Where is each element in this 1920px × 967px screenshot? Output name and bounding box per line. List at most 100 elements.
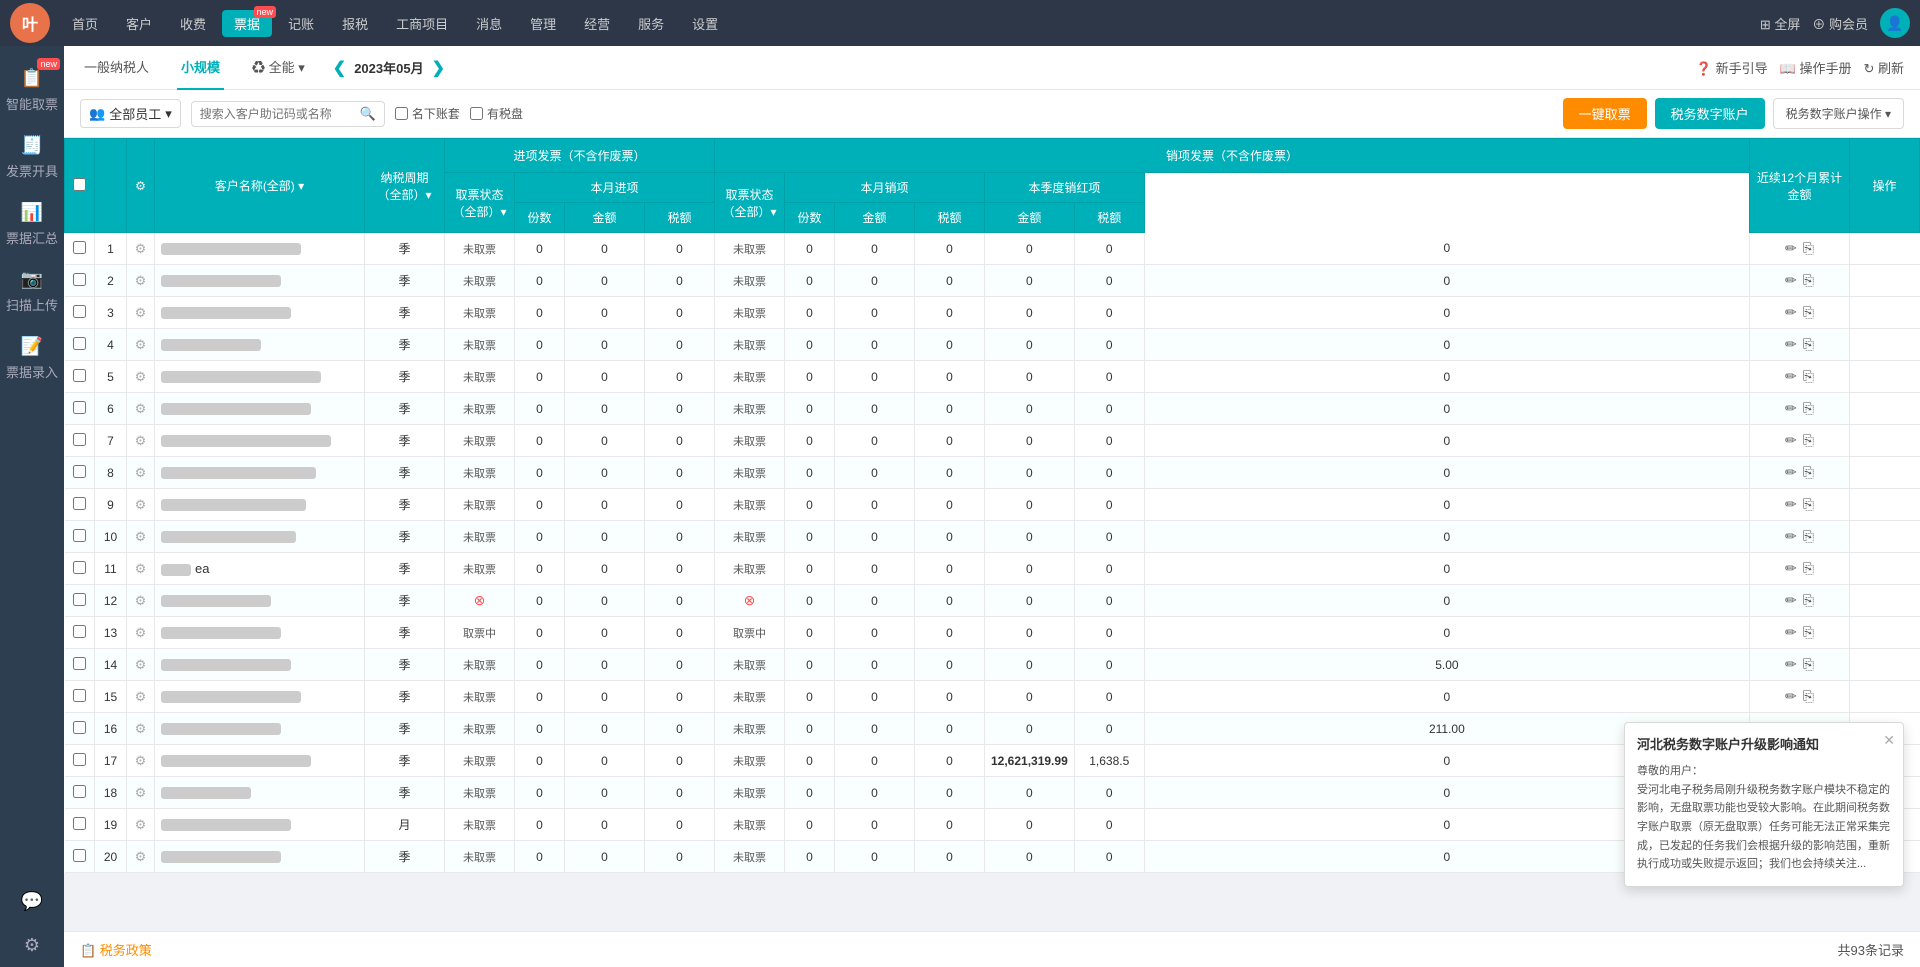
nav-item-fee[interactable]: 收费 (168, 10, 218, 37)
row-checkbox-3[interactable] (73, 305, 86, 318)
copy-icon[interactable]: ⎘ (1803, 240, 1814, 257)
sidebar-item-summary[interactable]: 📊 票据汇总 (0, 190, 64, 257)
row-checkbox-13[interactable] (73, 625, 86, 638)
row-checkbox-4[interactable] (73, 337, 86, 350)
row-settings-icon[interactable]: ⚙ (135, 657, 147, 672)
th-tax-period[interactable]: 纳税周期（全部）▾ (365, 139, 445, 233)
row-settings-icon[interactable]: ⚙ (135, 401, 147, 416)
row-settings-icon[interactable]: ⚙ (135, 337, 147, 352)
edit-icon[interactable]: ✏ (1785, 272, 1797, 289)
row-settings-icon[interactable]: ⚙ (135, 785, 147, 800)
row-checkbox-18[interactable] (73, 785, 86, 798)
row-settings-icon[interactable]: ⚙ (135, 593, 147, 608)
row-checkbox-16[interactable] (73, 721, 86, 734)
edit-icon[interactable]: ✏ (1785, 400, 1797, 417)
row-checkbox-17[interactable] (73, 753, 86, 766)
nav-item-msg[interactable]: 消息 (464, 10, 514, 37)
edit-icon[interactable]: ✏ (1785, 560, 1797, 577)
th-out-status[interactable]: 取票状态（全部）▾ (715, 173, 785, 233)
edit-icon[interactable]: ✏ (1785, 368, 1797, 385)
row-checkbox-11[interactable] (73, 561, 86, 574)
row-settings-icon[interactable]: ⚙ (135, 753, 147, 768)
copy-icon[interactable]: ⎘ (1803, 400, 1814, 417)
edit-icon[interactable]: ✏ (1785, 592, 1797, 609)
nav-item-biz2[interactable]: 经营 (572, 10, 622, 37)
copy-icon[interactable]: ⎘ (1803, 592, 1814, 609)
row-settings-icon[interactable]: ⚙ (135, 849, 147, 864)
copy-icon[interactable]: ⎘ (1803, 368, 1814, 385)
guide-btn[interactable]: ❓ 新手引导 (1696, 58, 1768, 77)
tax-digital-action-btn[interactable]: 税务数字账户操作 ▾ (1773, 98, 1904, 129)
row-settings-icon[interactable]: ⚙ (135, 433, 147, 448)
row-checkbox-12[interactable] (73, 593, 86, 606)
avatar[interactable]: 👤 (1880, 8, 1910, 38)
edit-icon[interactable]: ✏ (1785, 496, 1797, 513)
edit-icon[interactable]: ✏ (1785, 464, 1797, 481)
checkbox-account[interactable]: 名下账套 (395, 105, 460, 122)
copy-icon[interactable]: ⎘ (1803, 464, 1814, 481)
nav-item-home[interactable]: 首页 (60, 10, 110, 37)
sidebar-item-scan[interactable]: 📷 扫描上传 (0, 257, 64, 324)
row-settings-icon[interactable]: ⚙ (135, 241, 147, 256)
row-settings-icon[interactable]: ⚙ (135, 497, 147, 512)
one-click-ticket-btn[interactable]: 一键取票 (1563, 98, 1647, 129)
edit-icon[interactable]: ✏ (1785, 432, 1797, 449)
row-checkbox-5[interactable] (73, 369, 86, 382)
sidebar-item-openinvoice[interactable]: 🧾 发票开具 (0, 123, 64, 190)
row-checkbox-9[interactable] (73, 497, 86, 510)
date-next[interactable]: ❯ (432, 58, 445, 78)
copy-icon[interactable]: ⎘ (1803, 656, 1814, 673)
row-checkbox-15[interactable] (73, 689, 86, 702)
row-checkbox-1[interactable] (73, 241, 86, 254)
date-prev[interactable]: ❮ (333, 58, 346, 78)
checkbox-taxdisk[interactable]: 有税盘 (470, 105, 523, 122)
tab-small[interactable]: 小规模 (177, 46, 224, 90)
copy-icon[interactable]: ⎘ (1803, 624, 1814, 641)
edit-icon[interactable]: ✏ (1785, 336, 1797, 353)
nav-item-biz[interactable]: 工商项目 (384, 10, 460, 37)
nav-item-tax[interactable]: 报税 (330, 10, 380, 37)
nav-item-settings[interactable]: 设置 (680, 10, 730, 37)
row-settings-icon[interactable]: ⚙ (135, 721, 147, 736)
row-settings-icon[interactable]: ⚙ (135, 305, 147, 320)
nav-item-client[interactable]: 客户 (114, 10, 164, 37)
row-checkbox-14[interactable] (73, 657, 86, 670)
copy-icon[interactable]: ⎘ (1803, 496, 1814, 513)
copy-icon[interactable]: ⎘ (1803, 336, 1814, 353)
staff-select[interactable]: 👥 全部员工 ▾ (80, 99, 181, 128)
row-checkbox-20[interactable] (73, 849, 86, 862)
checkbox-account-input[interactable] (395, 107, 408, 120)
row-settings-icon[interactable]: ⚙ (135, 529, 147, 544)
row-settings-icon[interactable]: ⚙ (135, 273, 147, 288)
copy-icon[interactable]: ⎘ (1803, 272, 1814, 289)
copy-icon[interactable]: ⎘ (1803, 560, 1814, 577)
notification-close-btn[interactable]: ✕ (1883, 729, 1895, 751)
edit-icon[interactable]: ✏ (1785, 304, 1797, 321)
edit-icon[interactable]: ✏ (1785, 656, 1797, 673)
search-input[interactable] (200, 107, 360, 121)
checkbox-taxdisk-input[interactable] (470, 107, 483, 120)
tax-digital-btn[interactable]: 税务数字账户 (1655, 98, 1765, 129)
th-in-status[interactable]: 取票状态（全部）▾ (445, 173, 515, 233)
sidebar-item-entry[interactable]: 📝 票据录入 (0, 324, 64, 391)
tab-general[interactable]: 一般纳税人 (80, 46, 153, 90)
edit-icon[interactable]: ✏ (1785, 528, 1797, 545)
nav-item-manage[interactable]: 管理 (518, 10, 568, 37)
copy-icon[interactable]: ⎘ (1803, 304, 1814, 321)
copy-icon[interactable]: ⎘ (1803, 688, 1814, 705)
tax-policy-link[interactable]: 📋 税务政策 (80, 940, 152, 959)
row-settings-icon[interactable]: ⚙ (135, 465, 147, 480)
row-settings-icon[interactable]: ⚙ (135, 689, 147, 704)
edit-icon[interactable]: ✏ (1785, 624, 1797, 641)
select-all-checkbox[interactable] (73, 178, 86, 191)
row-checkbox-19[interactable] (73, 817, 86, 830)
nav-item-bookkeep[interactable]: 记账 (276, 10, 326, 37)
row-checkbox-10[interactable] (73, 529, 86, 542)
row-checkbox-2[interactable] (73, 273, 86, 286)
sidebar-item-message[interactable]: 💬 (0, 879, 64, 923)
th-client[interactable]: 客户名称(全部) ▾ (155, 139, 365, 233)
row-checkbox-7[interactable] (73, 433, 86, 446)
sidebar-item-smartticket[interactable]: new 📋 智能取票 (0, 56, 64, 123)
refresh-btn[interactable]: ↻ 刷新 (1863, 58, 1904, 77)
row-settings-icon[interactable]: ⚙ (135, 625, 147, 640)
